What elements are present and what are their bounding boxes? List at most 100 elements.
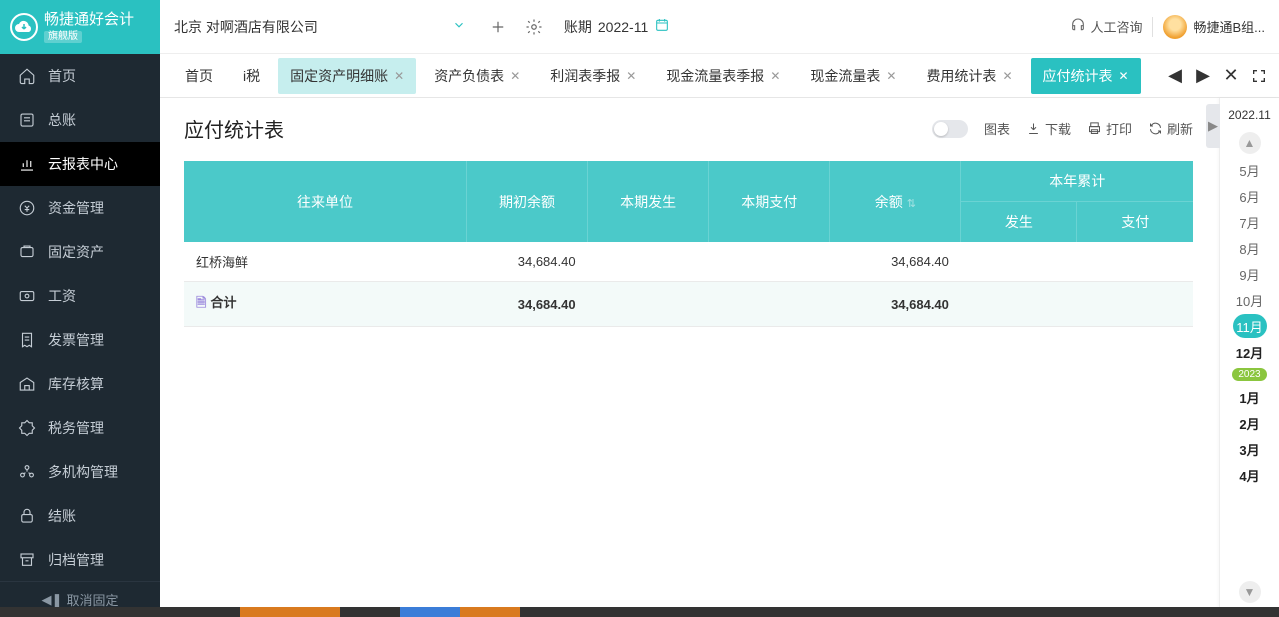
col-balance[interactable]: 余额 ⇅ xyxy=(830,161,961,242)
col-year-occurred[interactable]: 发生 xyxy=(961,202,1077,243)
close-icon[interactable]: ✕ xyxy=(886,69,896,83)
close-icon[interactable]: ✕ xyxy=(626,69,636,83)
refresh-button[interactable]: 刷新 xyxy=(1148,119,1193,138)
close-icon[interactable]: ✕ xyxy=(510,69,520,83)
nav-salary[interactable]: 工资 xyxy=(0,274,160,318)
download-button[interactable]: 下载 xyxy=(1026,119,1071,138)
cloud-icon xyxy=(10,13,38,41)
month-item[interactable]: 6月 xyxy=(1233,184,1267,208)
nav-report-center[interactable]: 云报表中心 xyxy=(0,142,160,186)
tab-label: 现金流量表 xyxy=(810,66,880,86)
tab-home[interactable]: 首页 xyxy=(173,58,225,94)
close-icon[interactable]: ✕ xyxy=(770,69,780,83)
total-label: 合计 xyxy=(210,295,236,310)
nav-label: 总账 xyxy=(48,110,76,130)
month-item[interactable]: 7月 xyxy=(1233,210,1267,234)
tab-payable-stats[interactable]: 应付统计表✕ xyxy=(1031,58,1141,94)
month-item[interactable]: 9月 xyxy=(1233,262,1267,286)
sidebar-collapse-handle[interactable]: ▶ xyxy=(1206,104,1220,148)
tab-cashflow-quarterly[interactable]: 现金流量表季报✕ xyxy=(654,58,792,94)
tab-scroll-left[interactable]: ◀ xyxy=(1161,62,1189,90)
col-unit[interactable]: 往来单位 xyxy=(184,161,467,242)
month-item[interactable]: 3月 xyxy=(1233,437,1267,461)
sort-icon[interactable]: ⇅ xyxy=(907,198,916,210)
chart-toggle-label: 图表 xyxy=(984,119,1010,138)
tabs-scroll: 首页 i税 固定资产明细账✕ 资产负债表 ✕ 利润表季报✕ 现金流量表季报✕ 现金… xyxy=(160,58,1155,94)
col-year-acc[interactable]: 本年累计 xyxy=(961,161,1193,202)
refresh-label: 刷新 xyxy=(1167,119,1193,138)
tab-balance-sheet[interactable]: 资产负债表 ✕ xyxy=(422,58,532,94)
month-item[interactable]: 2月 xyxy=(1233,411,1267,435)
company-name[interactable]: 北京 对啊酒店有限公司 xyxy=(174,17,318,37)
tab-label: 资产负债表 xyxy=(434,66,504,86)
nav-tax[interactable]: 税务管理 xyxy=(0,406,160,450)
month-item-active[interactable]: 11月 xyxy=(1233,314,1267,338)
col-year-paid[interactable]: 支付 xyxy=(1077,202,1193,243)
month-item[interactable]: 1月 xyxy=(1233,385,1267,409)
nav-label: 资金管理 xyxy=(48,198,104,218)
print-button[interactable]: 打印 xyxy=(1087,119,1132,138)
nav-label: 发票管理 xyxy=(48,330,104,350)
plus-icon[interactable] xyxy=(486,15,510,39)
home-icon xyxy=(18,67,36,85)
period-value[interactable]: 2022-11 xyxy=(598,19,648,35)
month-item[interactable]: 10月 xyxy=(1233,288,1267,312)
nav-inventory[interactable]: 库存核算 xyxy=(0,362,160,406)
cell-paid xyxy=(709,242,830,282)
tab-scroll-right[interactable]: ▶ xyxy=(1189,62,1217,90)
tab-cashflow[interactable]: 现金流量表 ✕ xyxy=(798,58,908,94)
payable-table: 往来单位 期初余额 本期发生 本期支付 余额 ⇅ 本年累计 发生 支付 红桥海鲜 … xyxy=(184,161,1193,327)
col-balance-label: 余额 xyxy=(875,194,903,210)
nav-multi-org[interactable]: 多机构管理 xyxy=(0,450,160,494)
sigma-icon: 🗎 xyxy=(196,295,206,310)
asset-icon xyxy=(18,243,36,261)
month-item[interactable]: 12月 xyxy=(1233,340,1267,364)
month-item[interactable]: 5月 xyxy=(1233,158,1267,182)
tab-itax[interactable]: i税 xyxy=(231,58,272,94)
nav-fixed-assets[interactable]: 固定资产 xyxy=(0,230,160,274)
chart-toggle[interactable] xyxy=(932,120,968,138)
calendar-icon[interactable] xyxy=(654,17,670,36)
month-item[interactable]: 4月 xyxy=(1233,463,1267,487)
download-label: 下载 xyxy=(1045,119,1071,138)
nav-invoice[interactable]: 发票管理 xyxy=(0,318,160,362)
nav-closing[interactable]: 结账 xyxy=(0,494,160,538)
date-header: 2022.11 xyxy=(1228,98,1271,128)
tab-fixed-asset-detail[interactable]: 固定资产明细账✕ xyxy=(278,58,416,94)
tab-label: 首页 xyxy=(185,66,213,86)
tab-fullscreen[interactable] xyxy=(1245,62,1273,90)
chevron-down-icon[interactable] xyxy=(452,18,466,35)
tab-expense-stats[interactable]: 费用统计表✕ xyxy=(914,58,1024,94)
col-opening[interactable]: 期初余额 xyxy=(467,161,588,242)
close-icon[interactable]: ✕ xyxy=(1119,69,1129,83)
nav-funds[interactable]: 资金管理 xyxy=(0,186,160,230)
col-occurred[interactable]: 本期发生 xyxy=(588,161,709,242)
archive-icon xyxy=(18,551,36,569)
table-row[interactable]: 红桥海鲜 34,684.40 34,684.40 xyxy=(184,242,1193,282)
tab-close-all[interactable]: ✕ xyxy=(1217,62,1245,90)
col-paid[interactable]: 本期支付 xyxy=(709,161,830,242)
nav-label: 归档管理 xyxy=(48,550,104,570)
close-icon[interactable]: ✕ xyxy=(1002,69,1012,83)
chart-icon xyxy=(18,155,36,173)
username: 畅捷通B组... xyxy=(1193,17,1265,36)
consult-button[interactable]: 人工咨询 xyxy=(1070,17,1142,36)
brand-edition: 旗舰版 xyxy=(44,31,82,43)
tab-profit-quarterly[interactable]: 利润表季报✕ xyxy=(538,58,648,94)
user-menu[interactable]: 畅捷通B组... xyxy=(1163,15,1265,39)
period-label: 账期 xyxy=(564,17,592,37)
org-icon xyxy=(18,463,36,481)
month-item[interactable]: 8月 xyxy=(1233,236,1267,260)
invoice-icon xyxy=(18,331,36,349)
date-prev[interactable]: ▲ xyxy=(1239,132,1261,154)
gear-icon[interactable] xyxy=(522,15,546,39)
close-icon[interactable]: ✕ xyxy=(394,69,404,83)
nav-home[interactable]: 首页 xyxy=(0,54,160,98)
cell-opening: 34,684.40 xyxy=(467,242,588,282)
nav-archive[interactable]: 归档管理 xyxy=(0,538,160,581)
nav-ledger[interactable]: 总账 xyxy=(0,98,160,142)
tab-label: i税 xyxy=(243,66,260,86)
nav-label: 库存核算 xyxy=(48,374,104,394)
date-next[interactable]: ▼ xyxy=(1239,581,1261,603)
cell-balance: 34,684.40 xyxy=(830,242,961,282)
